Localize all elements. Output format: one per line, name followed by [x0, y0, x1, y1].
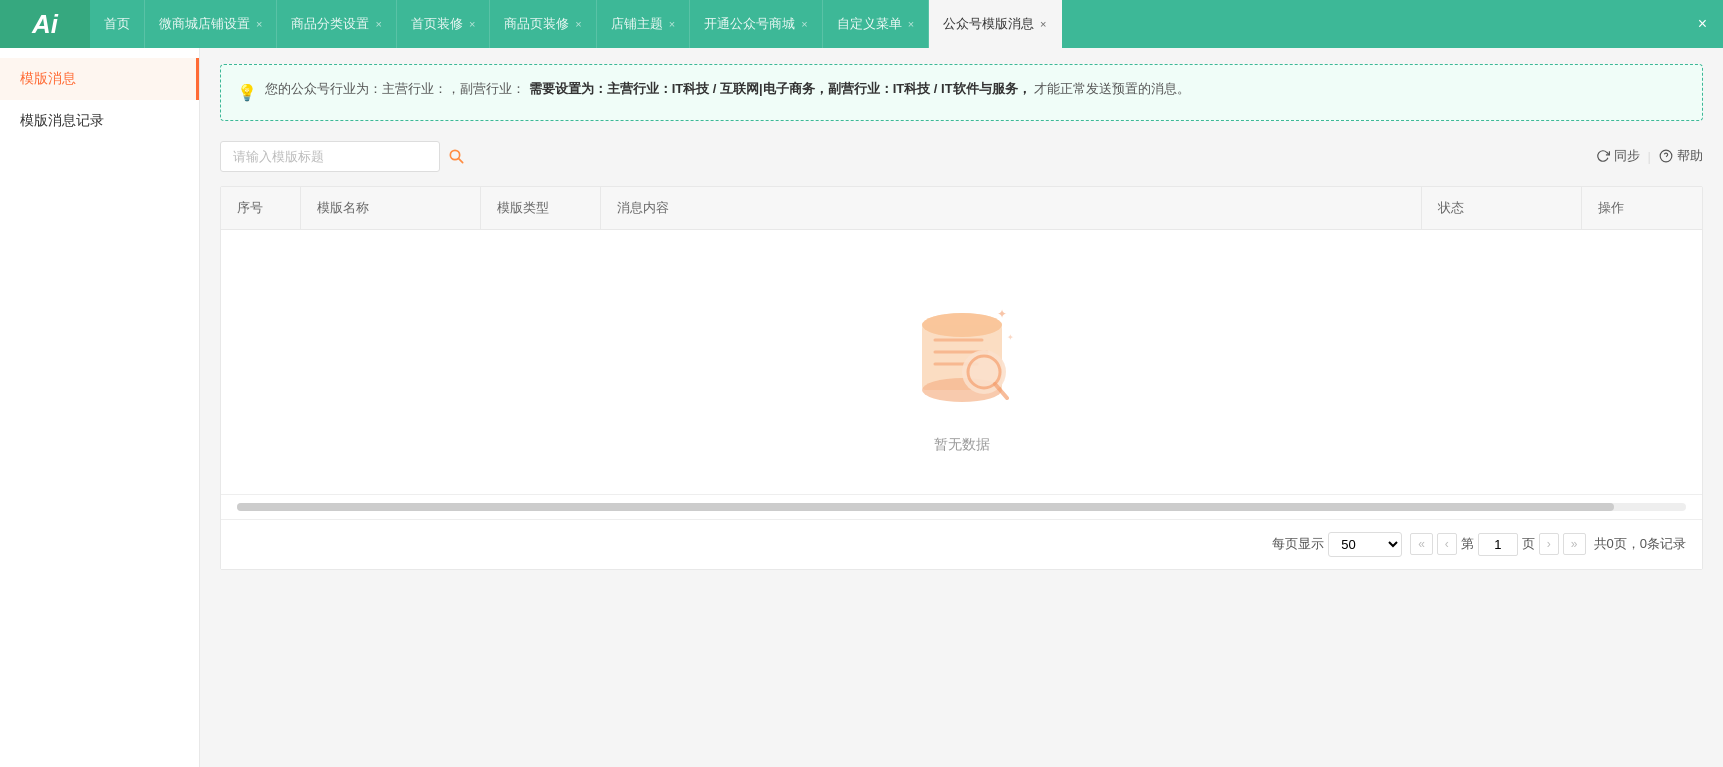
- app-logo: Ai: [0, 0, 90, 48]
- tab-label-template-msg: 公众号模版消息: [943, 15, 1034, 33]
- tab-home-decor[interactable]: 首页装修 ×: [397, 0, 490, 48]
- sync-icon: [1596, 149, 1610, 163]
- per-page-label: 每页显示: [1272, 535, 1324, 553]
- tab-shop-theme[interactable]: 店铺主题 ×: [597, 0, 690, 48]
- svg-line-1: [459, 159, 463, 163]
- notice-box: 💡 您的公众号行业为：主营行业：，副营行业： 需要设置为：主营行业：IT科技 /…: [220, 64, 1703, 121]
- page-navigation: « ‹ 第 页 › »: [1410, 533, 1585, 556]
- content-area: 💡 您的公众号行业为：主营行业：，副营行业： 需要设置为：主营行业：IT科技 /…: [200, 48, 1723, 767]
- next-page-button[interactable]: ›: [1539, 533, 1559, 555]
- data-table: 序号模版名称模版类型消息内容状态操作: [220, 186, 1703, 570]
- tab-product-decor[interactable]: 商品页装修 ×: [490, 0, 596, 48]
- search-right: 同步 | 帮助: [1596, 147, 1703, 165]
- search-bar: 同步 | 帮助: [220, 141, 1703, 172]
- prev-page-button[interactable]: ‹: [1437, 533, 1457, 555]
- scroll-bar-area: [221, 494, 1702, 519]
- search-button[interactable]: [448, 148, 464, 164]
- empty-text: 暂无数据: [934, 436, 990, 454]
- tab-open-mall[interactable]: 开通公众号商城 ×: [690, 0, 822, 48]
- sync-button[interactable]: 同步: [1596, 147, 1640, 165]
- tab-close-wechat-shop[interactable]: ×: [256, 19, 262, 30]
- main-layout: 模版消息模版消息记录 💡 您的公众号行业为：主营行业：，副营行业： 需要设置为：…: [0, 48, 1723, 767]
- th-name: 模版名称: [301, 187, 481, 229]
- search-icon: [448, 148, 464, 164]
- first-page-button[interactable]: «: [1410, 533, 1433, 555]
- empty-illustration: ✦ ✦: [897, 290, 1027, 420]
- table-header: 序号模版名称模版类型消息内容状态操作: [221, 187, 1702, 230]
- svg-text:✦: ✦: [997, 307, 1007, 321]
- tab-product-category[interactable]: 商品分类设置 ×: [277, 0, 396, 48]
- logo-text: Ai: [32, 9, 58, 40]
- sidebar-item-template-message-log[interactable]: 模版消息记录: [0, 100, 199, 142]
- close-all-button[interactable]: ×: [1682, 0, 1723, 48]
- tab-close-open-mall[interactable]: ×: [801, 19, 807, 30]
- search-left: [220, 141, 464, 172]
- tab-close-product-decor[interactable]: ×: [575, 19, 581, 30]
- tab-label-open-mall: 开通公众号商城: [704, 15, 795, 33]
- notice-text: 您的公众号行业为：主营行业：，副营行业： 需要设置为：主营行业：IT科技 / 互…: [265, 79, 1190, 100]
- tab-close-template-msg[interactable]: ×: [1040, 19, 1046, 30]
- bulb-icon: 💡: [237, 80, 257, 106]
- per-page-select[interactable]: 102050100: [1328, 532, 1402, 557]
- tab-close-home-decor[interactable]: ×: [469, 19, 475, 30]
- svg-point-7: [922, 313, 1002, 337]
- tab-close-custom-menu[interactable]: ×: [908, 19, 914, 30]
- sidebar-item-template-message[interactable]: 模版消息: [0, 58, 199, 100]
- sidebar: 模版消息模版消息记录: [0, 48, 200, 767]
- th-content: 消息内容: [601, 187, 1422, 229]
- tab-custom-menu[interactable]: 自定义菜单 ×: [823, 0, 929, 48]
- tab-template-msg[interactable]: 公众号模版消息 ×: [929, 0, 1061, 48]
- scrollbar-thumb: [237, 503, 1614, 511]
- tab-label-shop-theme: 店铺主题: [611, 15, 663, 33]
- th-type: 模版类型: [481, 187, 601, 229]
- tab-bar: 首页微商城店铺设置×商品分类设置×首页装修×商品页装修×店铺主题×开通公众号商城…: [90, 0, 1682, 48]
- th-status: 状态: [1422, 187, 1582, 229]
- tab-label-custom-menu: 自定义菜单: [837, 15, 902, 33]
- page-label: 第: [1461, 535, 1474, 553]
- tab-close-shop-theme[interactable]: ×: [669, 19, 675, 30]
- search-input[interactable]: [220, 141, 440, 172]
- total-info: 共0页，0条记录: [1594, 535, 1686, 553]
- tab-home[interactable]: 首页: [90, 0, 145, 48]
- help-icon: [1659, 149, 1673, 163]
- tab-label-home: 首页: [104, 15, 130, 33]
- tab-close-product-category[interactable]: ×: [375, 19, 381, 30]
- page-suffix: 页: [1522, 535, 1535, 553]
- top-nav: Ai 首页微商城店铺设置×商品分类设置×首页装修×商品页装修×店铺主题×开通公众…: [0, 0, 1723, 48]
- tab-label-wechat-shop: 微商城店铺设置: [159, 15, 250, 33]
- tab-label-product-decor: 商品页装修: [504, 15, 569, 33]
- divider: |: [1648, 149, 1651, 164]
- tab-label-home-decor: 首页装修: [411, 15, 463, 33]
- page-input[interactable]: [1478, 533, 1518, 556]
- svg-text:✦: ✦: [1007, 333, 1014, 342]
- th-action: 操作: [1582, 187, 1702, 229]
- per-page-selector: 每页显示 102050100: [1272, 532, 1402, 557]
- help-button[interactable]: 帮助: [1659, 147, 1703, 165]
- tab-wechat-shop[interactable]: 微商城店铺设置 ×: [145, 0, 277, 48]
- pagination: 每页显示 102050100 « ‹ 第 页 › » 共0页，0条记录: [221, 519, 1702, 569]
- last-page-button[interactable]: »: [1563, 533, 1586, 555]
- horizontal-scrollbar[interactable]: [237, 503, 1686, 511]
- tab-label-product-category: 商品分类设置: [291, 15, 369, 33]
- th-index: 序号: [221, 187, 301, 229]
- empty-state: ✦ ✦ 暂无数据: [221, 230, 1702, 494]
